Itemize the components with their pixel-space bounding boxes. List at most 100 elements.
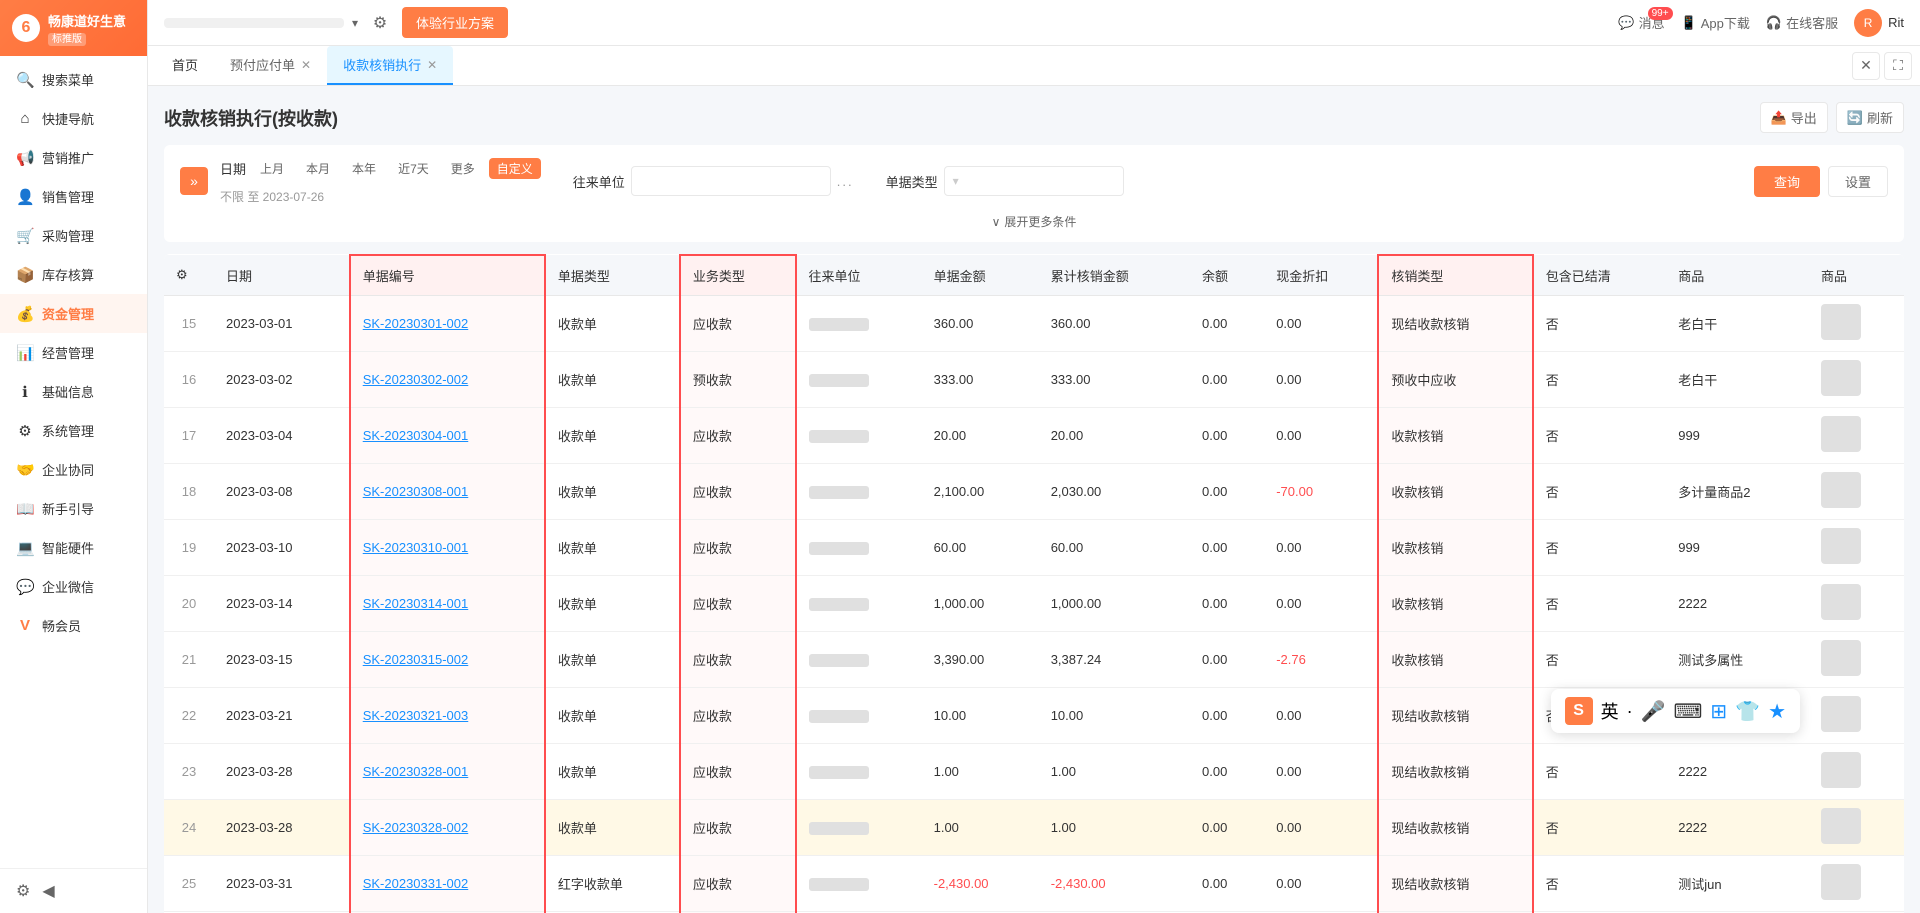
gear-icon[interactable]: ⚙ <box>366 9 394 37</box>
col-balance: 余额 <box>1190 255 1264 296</box>
app-download[interactable]: 📱 App下载 <box>1681 13 1750 32</box>
verify-type-cell: 收款核销 <box>1378 632 1532 688</box>
tab-collection-close[interactable]: ✕ <box>427 58 437 72</box>
sidebar-item-basic[interactable]: ℹ 基础信息 <box>0 372 147 411</box>
bill-no-link[interactable]: SK-20230302-002 <box>363 372 469 387</box>
star-icon[interactable]: ★ <box>1768 699 1786 724</box>
col-verify-type: 核销类型 <box>1378 255 1532 296</box>
product2-cell <box>1809 408 1904 464</box>
bill-amount-cell: 20.00 <box>922 408 1039 464</box>
mic-icon[interactable]: 🎤 <box>1641 699 1666 724</box>
bill-type-select[interactable]: ▾ <box>944 166 1124 196</box>
sidebar-item-hardware[interactable]: 💻 智能硬件 <box>0 528 147 567</box>
partner-cell <box>796 352 922 408</box>
sidebar-item-operations[interactable]: 📊 经营管理 <box>0 333 147 372</box>
sidebar-item-finance[interactable]: 💰 资金管理 <box>0 294 147 333</box>
query-button[interactable]: 查询 <box>1754 166 1820 197</box>
verify-type-cell: 收款核销 <box>1378 576 1532 632</box>
refresh-button[interactable]: 🔄 刷新 <box>1836 102 1904 133</box>
date-cell: 2023-03-21 <box>214 688 350 744</box>
watermark-logo: S 英 · 🎤 ⌨ ⊞ 👕 ★ <box>1551 689 1800 733</box>
basic-icon: ℹ <box>16 383 34 401</box>
shirt-icon[interactable]: 👕 <box>1735 699 1760 724</box>
export-button[interactable]: 📤 导出 <box>1760 102 1828 133</box>
bill-no-link[interactable]: SK-20230328-002 <box>363 820 469 835</box>
sidebar-item-member[interactable]: V 畅会员 <box>0 606 147 645</box>
this-month-btn[interactable]: 本月 <box>298 157 338 180</box>
bill-type-cell: 收款单 <box>545 352 680 408</box>
product-cell: 2222 <box>1666 800 1809 856</box>
close-tab-button[interactable]: ✕ <box>1852 52 1880 80</box>
bill-type-cell: 收款单 <box>545 688 680 744</box>
chevron-down-icon: ∨ <box>992 215 1001 229</box>
sidebar-item-guide[interactable]: 📖 新手引导 <box>0 489 147 528</box>
last-7days-btn[interactable]: 近7天 <box>390 157 437 180</box>
user-info[interactable]: R Rit <box>1854 9 1904 37</box>
sidebar-item-enterprise[interactable]: 🤝 企业协同 <box>0 450 147 489</box>
sidebar-item-system[interactable]: ⚙ 系统管理 <box>0 411 147 450</box>
col-verified-amount: 累计核销金额 <box>1039 255 1190 296</box>
service-icon: 🎧 <box>1766 15 1782 31</box>
bill-no-link[interactable]: SK-20230310-001 <box>363 540 469 555</box>
search-input[interactable] <box>164 18 344 28</box>
bill-no-cell: SK-20230315-002 <box>350 632 545 688</box>
bill-no-link[interactable]: SK-20230301-002 <box>363 316 469 331</box>
industry-solution-button[interactable]: 体验行业方案 <box>402 7 508 38</box>
sidebar-item-marketing[interactable]: 📢 营销推广 <box>0 138 147 177</box>
dropdown-trigger[interactable]: ▾ <box>352 16 358 30</box>
include-settled-cell: 否 <box>1533 632 1667 688</box>
product-cell: 测试多属性 <box>1666 632 1809 688</box>
bill-no-link[interactable]: SK-20230314-001 <box>363 596 469 611</box>
table-row: 19 2023-03-10 SK-20230310-001 收款单 应收款 60… <box>164 520 1904 576</box>
bill-no-cell: SK-20230321-003 <box>350 688 545 744</box>
cash-discount-cell: 0.00 <box>1264 800 1378 856</box>
col-product2: 商品 <box>1809 255 1904 296</box>
tab-prepay[interactable]: 预付应付单 ✕ <box>214 46 327 85</box>
bill-no-link[interactable]: SK-20230331-002 <box>363 876 469 891</box>
bill-no-link[interactable]: SK-20230321-003 <box>363 708 469 723</box>
bill-no-link[interactable]: SK-20230304-001 <box>363 428 469 443</box>
online-service[interactable]: 🎧 在线客服 <box>1766 13 1838 32</box>
hardware-icon: 💻 <box>16 539 34 557</box>
cash-discount-cell: 0.00 <box>1264 688 1378 744</box>
last-month-btn[interactable]: 上月 <box>252 157 292 180</box>
grid-icon[interactable]: ⊞ <box>1710 699 1727 724</box>
bill-no-link[interactable]: SK-20230315-002 <box>363 652 469 667</box>
business-type-cell: 预收款 <box>680 352 796 408</box>
sidebar-item-wechat[interactable]: 💬 企业微信 <box>0 567 147 606</box>
page-header: 收款核销执行(按收款) 📤 导出 🔄 刷新 <box>164 102 1904 133</box>
sidebar-item-search[interactable]: 🔍 搜索菜单 <box>0 60 147 99</box>
balance-cell: 0.00 <box>1190 800 1264 856</box>
this-year-btn[interactable]: 本年 <box>344 157 384 180</box>
filter-expand-button[interactable]: » <box>180 167 208 195</box>
partner-input[interactable] <box>631 166 831 196</box>
sidebar-logo: 6 畅康道好生意 标推版 <box>0 0 147 56</box>
bill-no-link[interactable]: SK-20230328-001 <box>363 764 469 779</box>
tab-collection[interactable]: 收款核销执行 ✕ <box>327 46 453 85</box>
settings-footer-icon[interactable]: ⚙ <box>16 881 30 901</box>
sidebar-item-inventory[interactable]: 📦 库存核算 <box>0 255 147 294</box>
col-settings[interactable]: ⚙ <box>164 255 214 296</box>
col-partner: 往来单位 <box>796 255 922 296</box>
sidebar-item-quicknav[interactable]: ⌂ 快捷导航 <box>0 99 147 138</box>
balance-cell: 0.00 <box>1190 296 1264 352</box>
bill-no-link[interactable]: SK-20230308-001 <box>363 484 469 499</box>
expand-conditions-button[interactable]: ∨ 展开更多条件 <box>992 213 1077 230</box>
tab-home[interactable]: 首页 <box>156 46 214 85</box>
date-filter: 日期 上月 本月 本年 近7天 更多 自定义 不限 至 2023-07-26 <box>220 157 541 205</box>
keyboard-icon[interactable]: ⌨ <box>1674 699 1703 724</box>
seq-cell: 25 <box>164 856 214 912</box>
system-icon: ⚙ <box>16 422 34 440</box>
sidebar-item-purchase[interactable]: 🛒 采购管理 <box>0 216 147 255</box>
messages-badge[interactable]: 💬 消息 99+ <box>1618 13 1664 32</box>
collapse-icon[interactable]: ◀ <box>42 881 54 901</box>
sidebar-item-sales[interactable]: 👤 销售管理 <box>0 177 147 216</box>
phone-icon: 📱 <box>1681 15 1697 31</box>
expand-tab-button[interactable]: ⛶ <box>1884 52 1912 80</box>
more-date-btn[interactable]: 更多 <box>443 157 483 180</box>
table-row: 16 2023-03-02 SK-20230302-002 收款单 预收款 33… <box>164 352 1904 408</box>
table-row: 17 2023-03-04 SK-20230304-001 收款单 应收款 20… <box>164 408 1904 464</box>
settings-button[interactable]: 设置 <box>1828 166 1888 197</box>
bill-type-cell: 收款单 <box>545 800 680 856</box>
tab-prepay-close[interactable]: ✕ <box>301 58 311 72</box>
